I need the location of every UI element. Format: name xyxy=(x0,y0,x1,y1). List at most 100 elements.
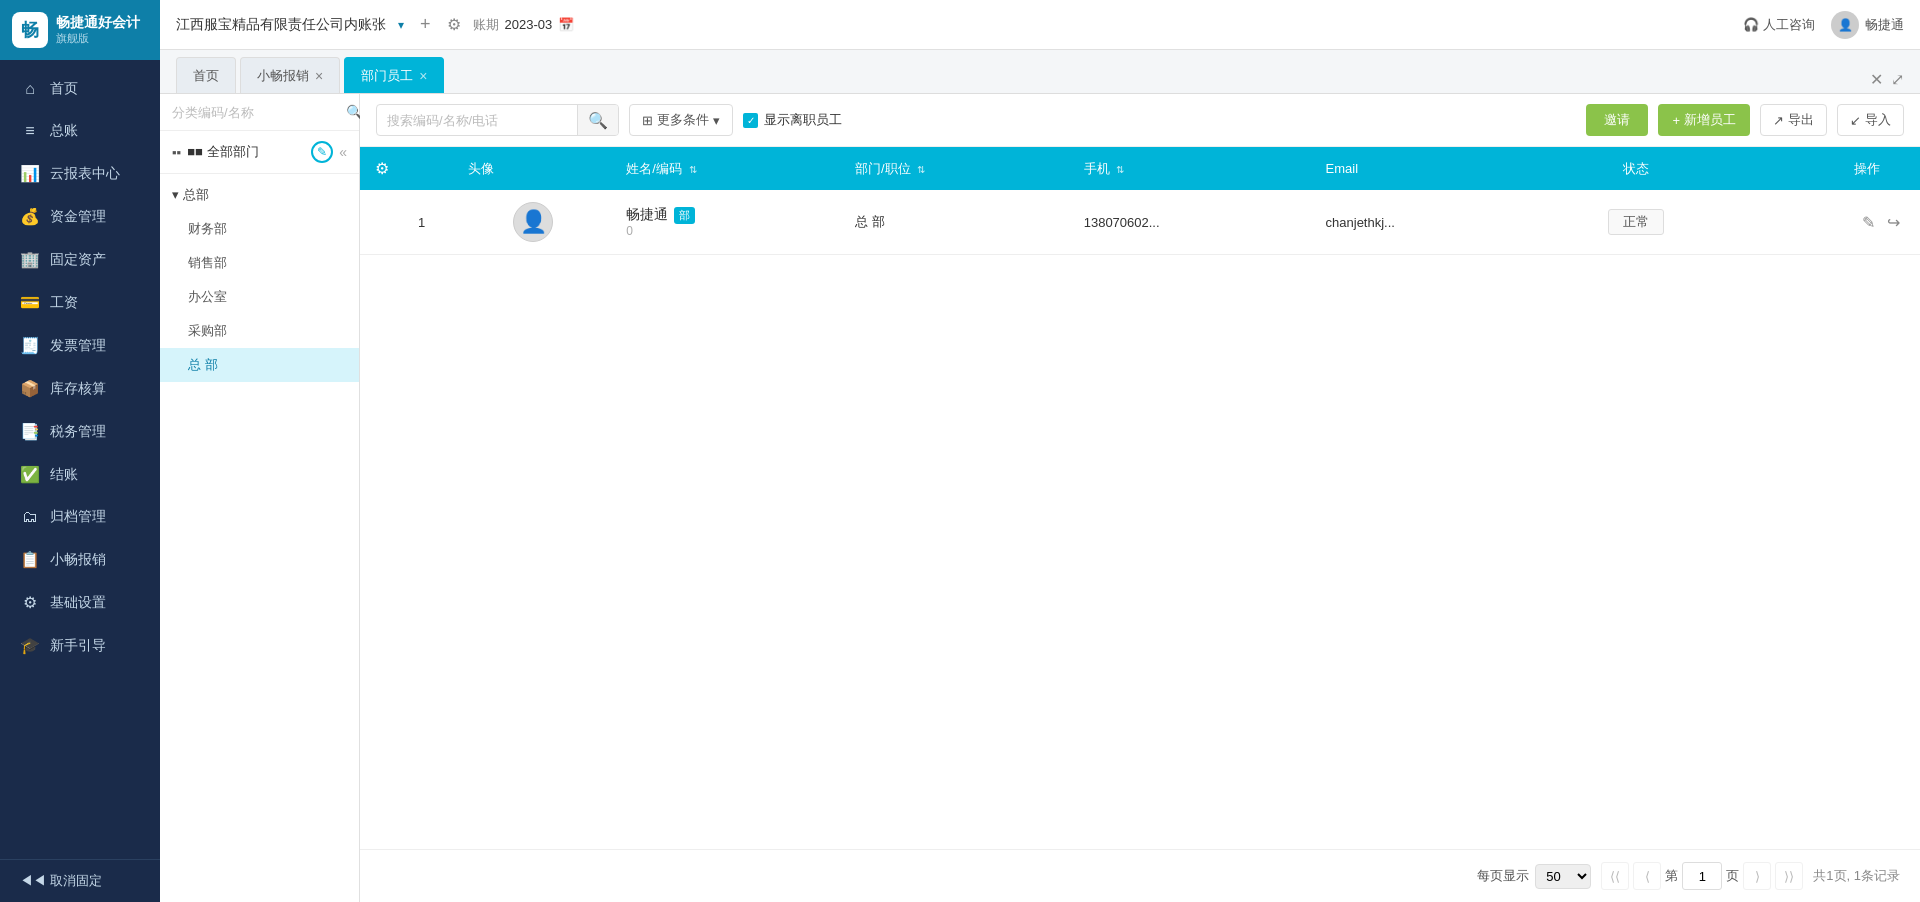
tab-home[interactable]: 首页 xyxy=(176,57,236,93)
col-settings[interactable]: ⚙ xyxy=(360,147,404,190)
topbar-right: 🎧 人工咨询 👤 畅捷通 xyxy=(1743,11,1904,39)
more-filters-button[interactable]: ⊞ 更多条件 ▾ xyxy=(629,104,733,136)
cancel-pin-button[interactable]: ◀◀ 取消固定 xyxy=(0,859,160,902)
dept-node-general[interactable]: 总 部 xyxy=(160,348,359,382)
col-actions: 操作 xyxy=(1734,147,1920,190)
close-xiaochang-tab-button[interactable]: × xyxy=(315,68,323,84)
tax-icon: 📑 xyxy=(20,422,40,441)
next-page-button[interactable]: ⟩ xyxy=(1743,862,1771,890)
dept-edit-button[interactable]: ✎ xyxy=(311,141,333,163)
sidebar-item-settings[interactable]: ⚙ 基础设置 xyxy=(0,581,160,624)
dept-node-root[interactable]: ▾ 总部 xyxy=(160,178,359,212)
employee-search-button[interactable]: 🔍 xyxy=(577,105,618,135)
sidebar-item-assets[interactable]: 🏢 固定资产 xyxy=(0,238,160,281)
invite-button[interactable]: 邀请 xyxy=(1586,104,1648,136)
sidebar-item-archive[interactable]: 🗂 归档管理 xyxy=(0,496,160,538)
employee-search-input[interactable] xyxy=(377,113,577,128)
col-avatar: 头像 xyxy=(454,147,612,190)
tab-employees-label: 部门员工 xyxy=(361,67,413,85)
dept-node-finance[interactable]: 财务部 xyxy=(160,212,359,246)
col-dept-pos[interactable]: 部门/职位 ⇅ xyxy=(841,147,1070,190)
logo-button[interactable]: 畅 畅捷通好会计 旗舰版 xyxy=(0,0,160,60)
support-button[interactable]: 🎧 人工咨询 xyxy=(1743,16,1815,34)
xiaochang-icon: 📋 xyxy=(20,550,40,569)
dept-node-office[interactable]: 办公室 xyxy=(160,280,359,314)
sidebar-item-xiaochang[interactable]: 📋 小畅报销 xyxy=(0,538,160,581)
maximize-button[interactable]: ⤢ xyxy=(1891,70,1904,89)
dept-node-purchase[interactable]: 采购部 xyxy=(160,314,359,348)
avatar: 👤 xyxy=(1831,11,1859,39)
last-page-button[interactable]: ⟩⟩ xyxy=(1775,862,1803,890)
row-settings-cell xyxy=(360,190,404,255)
sidebar-item-funds[interactable]: 💰 资金管理 xyxy=(0,195,160,238)
show-resigned-toggle[interactable]: ✓ 显示离职员工 xyxy=(743,111,842,129)
export-button[interactable]: ↗ 导出 xyxy=(1760,104,1827,136)
prev-page-button[interactable]: ⟨ xyxy=(1633,862,1661,890)
support-label: 人工咨询 xyxy=(1763,16,1815,34)
sidebar-item-home[interactable]: ⌂ 首页 xyxy=(0,68,160,110)
sidebar-item-ledger[interactable]: ≡ 总账 xyxy=(0,110,160,152)
sidebar-item-checkout[interactable]: ✅ 结账 xyxy=(0,453,160,496)
app-name: 畅捷通好会计 xyxy=(56,14,140,31)
logout-employee-button[interactable]: ↪ xyxy=(1887,213,1900,232)
sidebar-item-tax[interactable]: 📑 税务管理 xyxy=(0,410,160,453)
sidebar-item-inventory[interactable]: 📦 库存核算 xyxy=(0,367,160,410)
employee-code: 0 xyxy=(626,224,827,238)
edit-employee-button[interactable]: ✎ xyxy=(1862,213,1875,232)
tab-home-label: 首页 xyxy=(193,67,219,85)
tab-employees[interactable]: 部门员工 × xyxy=(344,57,444,93)
tab-xiaochang[interactable]: 小畅报销 × xyxy=(240,57,340,93)
main-area: 江西服宝精品有限责任公司内账张 ▾ + ⚙ 账期 2023-03 📅 🎧 人工咨… xyxy=(160,0,1920,902)
row-index: 1 xyxy=(418,215,425,230)
dept-node-sales[interactable]: 销售部 xyxy=(160,246,359,280)
filter-chevron-icon: ▾ xyxy=(713,113,720,128)
dept-sort-icon[interactable]: ⇅ xyxy=(917,164,925,175)
all-dept-text: ■■ 全部部门 xyxy=(187,143,258,161)
close-employees-tab-button[interactable]: × xyxy=(419,68,427,84)
add-employee-button[interactable]: + 新增员工 xyxy=(1658,104,1750,136)
sidebar-item-salary[interactable]: 💳 工资 xyxy=(0,281,160,324)
sidebar-item-reports[interactable]: 📊 云报表中心 xyxy=(0,152,160,195)
col-index xyxy=(404,147,454,190)
name-sort-icon[interactable]: ⇅ xyxy=(689,164,697,175)
row-email-cell: chanjethkj... xyxy=(1312,190,1539,255)
assets-icon: 🏢 xyxy=(20,250,40,269)
add-company-button[interactable]: + xyxy=(416,14,435,35)
page-number-input[interactable] xyxy=(1682,862,1722,890)
dept-action-icons: ✎ « xyxy=(311,141,347,163)
import-button[interactable]: ↙ 导入 xyxy=(1837,104,1904,136)
show-resigned-checkbox[interactable]: ✓ xyxy=(743,113,758,128)
all-departments-button[interactable]: ▪▪ ■■ 全部部门 ✎ « xyxy=(160,131,359,174)
dept-search-input[interactable] xyxy=(172,105,340,120)
sidebar-item-inventory-label: 库存核算 xyxy=(50,380,106,398)
company-dropdown-button[interactable]: ▾ xyxy=(398,18,404,32)
logo-text-block: 畅捷通好会计 旗舰版 xyxy=(56,14,140,46)
show-resigned-label: 显示离职员工 xyxy=(764,111,842,129)
topbar-settings-button[interactable]: ⚙ xyxy=(447,15,461,34)
phone-sort-icon[interactable]: ⇅ xyxy=(1116,164,1124,175)
dept-collapse-button[interactable]: « xyxy=(339,144,347,160)
col-phone[interactable]: 手机 ⇅ xyxy=(1070,147,1312,190)
per-page-select[interactable]: 10 20 50 100 xyxy=(1535,864,1591,889)
col-phone-label: 手机 xyxy=(1084,161,1110,176)
col-dept-pos-label: 部门/职位 xyxy=(855,161,911,176)
col-settings-icon[interactable]: ⚙ xyxy=(375,160,389,177)
page-total: 共1页, 1条记录 xyxy=(1813,867,1900,885)
col-avatar-label: 头像 xyxy=(468,161,494,176)
close-all-tabs-button[interactable]: ✕ xyxy=(1870,70,1883,89)
dept-search-bar: 🔍 xyxy=(160,94,359,131)
row-actions-cell: ✎ ↪ xyxy=(1734,190,1920,255)
sidebar-item-guide[interactable]: 🎓 新手引导 xyxy=(0,624,160,667)
calendar-icon[interactable]: 📅 xyxy=(558,17,574,32)
page-label: 第 xyxy=(1665,867,1678,885)
home-icon: ⌂ xyxy=(20,80,40,98)
user-menu-button[interactable]: 👤 畅捷通 xyxy=(1831,11,1904,39)
sidebar-item-invoice[interactable]: 🧾 发票管理 xyxy=(0,324,160,367)
ledger-icon: ≡ xyxy=(20,122,40,140)
first-page-button[interactable]: ⟨⟨ xyxy=(1601,862,1629,890)
sidebar-item-salary-label: 工资 xyxy=(50,294,78,312)
import-label: 导入 xyxy=(1865,111,1891,129)
period-label: 账期 xyxy=(473,16,499,34)
sidebar-nav: ⌂ 首页 ≡ 总账 📊 云报表中心 💰 资金管理 🏢 固定资产 💳 工资 🧾 发… xyxy=(0,60,160,859)
col-name-code[interactable]: 姓名/编码 ⇅ xyxy=(612,147,841,190)
